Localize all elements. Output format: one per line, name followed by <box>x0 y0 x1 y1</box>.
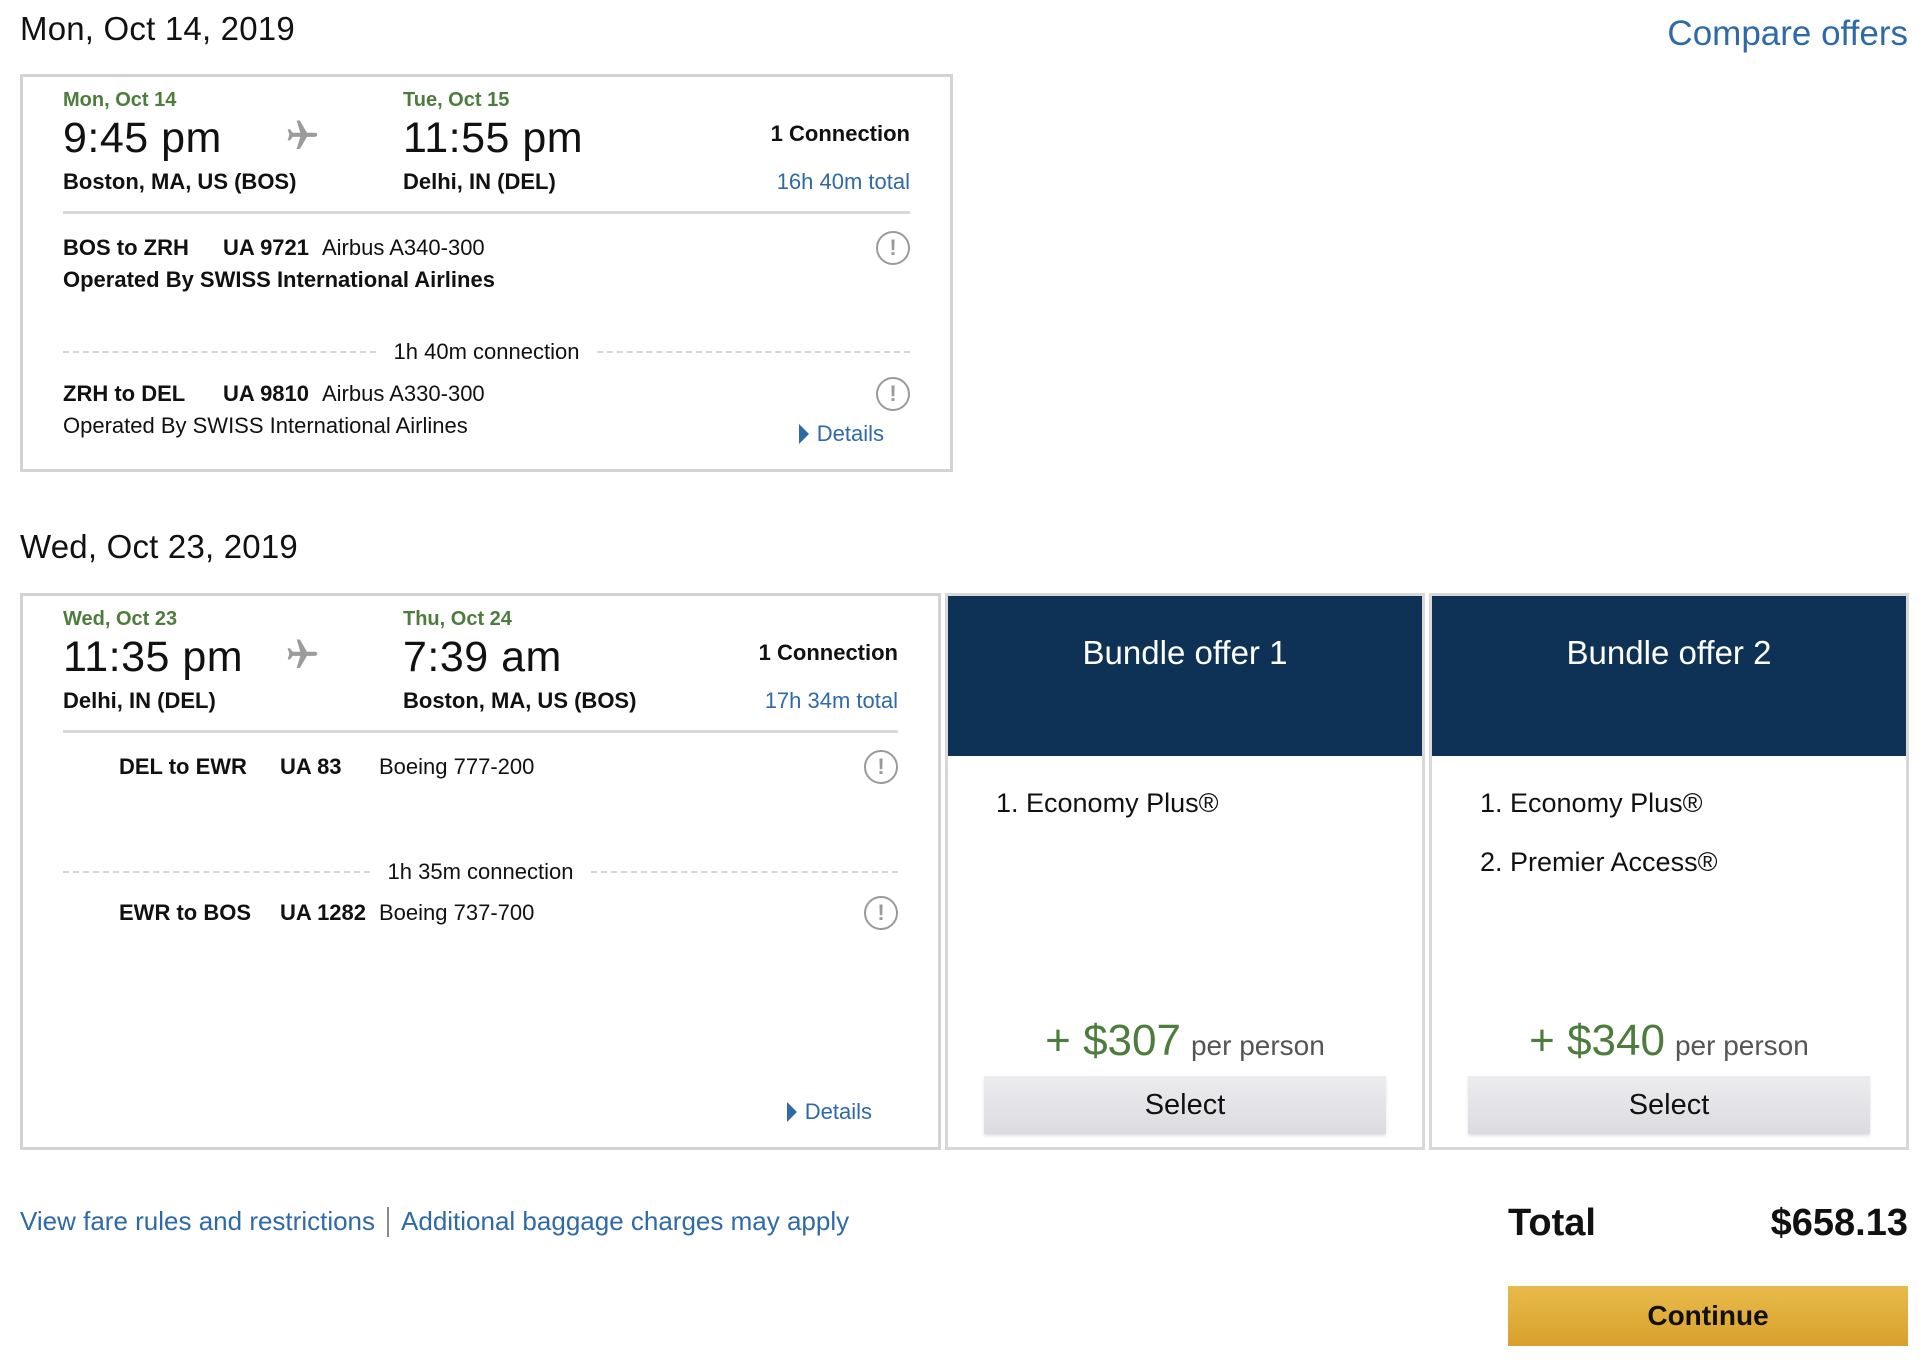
connection-time: 1h 35m connection <box>387 859 574 884</box>
arrival-time: 7:39 am <box>403 633 562 681</box>
select-bundle-1-button[interactable]: Select <box>984 1076 1386 1134</box>
departure-day: Mon, Oct 14 <box>63 89 177 111</box>
segment-route: EWR to BOS <box>119 900 251 925</box>
details-link[interactable]: Details <box>786 1099 872 1125</box>
divider <box>63 211 910 214</box>
info-exclamation-icon[interactable]: ! <box>864 896 898 930</box>
departure-day: Wed, Oct 23 <box>63 608 178 630</box>
bundle-offer-card: Bundle offer 2 1. Economy Plus® 2. Premi… <box>1429 593 1909 1150</box>
info-exclamation-icon[interactable]: ! <box>864 750 898 784</box>
segment-flight-number: UA 83 <box>280 754 342 779</box>
connection-summary: 1 Connection 16h 40m total <box>771 121 910 195</box>
footer-links: View fare rules and restrictions Additio… <box>20 1206 849 1237</box>
bundle-price: + $340 <box>1529 1016 1665 1065</box>
total-duration-link[interactable]: 17h 34m total <box>759 688 898 714</box>
bundle-items-list: 1. Economy Plus® 2. Premier Access® <box>1480 788 1717 906</box>
segment-aircraft: Boeing 737-700 <box>379 900 535 925</box>
link-divider <box>387 1206 390 1237</box>
total-value: $658.13 <box>1770 1202 1908 1244</box>
bundle-price-unit: per person <box>1674 1030 1809 1061</box>
bundle-item: 1. Economy Plus® <box>1480 788 1703 818</box>
arrival-time: 11:55 pm <box>403 114 584 162</box>
details-label: Details <box>816 421 884 446</box>
fare-rules-link[interactable]: View fare rules and restrictions <box>20 1206 375 1237</box>
bundle-price-unit: per person <box>1190 1030 1325 1061</box>
departure-info: Mon, Oct 14 9:45 pm Boston, MA, US (BOS) <box>63 89 296 195</box>
bundle-price: + $307 <box>1045 1016 1181 1065</box>
info-exclamation-icon[interactable]: ! <box>876 377 910 411</box>
segment-aircraft: Boeing 777-200 <box>379 754 535 779</box>
bundle-item: 1. Economy Plus® <box>996 788 1219 818</box>
outbound-date-heading: Mon, Oct 14, 2019 <box>20 10 295 47</box>
return-date-heading: Wed, Oct 23, 2019 <box>20 528 298 565</box>
departure-time: 11:35 pm <box>63 633 244 681</box>
caret-right-icon <box>798 424 809 444</box>
bundle-price-row: + $340 per person <box>1432 1016 1906 1066</box>
details-link[interactable]: Details <box>798 421 884 447</box>
segment-flight-number: UA 9810 <box>223 381 310 406</box>
segment-aircraft: Airbus A330-300 <box>322 381 485 406</box>
segment-operator: Operated By SWISS International Airlines <box>63 413 468 438</box>
continue-button[interactable]: Continue <box>1508 1286 1908 1346</box>
departure-city: Boston, MA, US (BOS) <box>63 169 297 194</box>
segment-aircraft: Airbus A340-300 <box>322 235 485 260</box>
connection-time: 1h 40m connection <box>393 339 580 364</box>
divider <box>63 730 898 733</box>
bundle-items-list: 1. Economy Plus® <box>996 788 1219 847</box>
return-flight-card: Wed, Oct 23 11:35 pm Delhi, IN (DEL) Thu… <box>20 593 941 1150</box>
arrival-day: Thu, Oct 24 <box>403 608 512 630</box>
segment-route: DEL to EWR <box>119 754 247 779</box>
details-label: Details <box>804 1099 872 1124</box>
total-row: Total $658.13 <box>1508 1202 1908 1245</box>
bundle-title: Bundle offer 1 <box>948 596 1422 756</box>
arrival-city: Delhi, IN (DEL) <box>403 169 556 194</box>
arrival-day: Tue, Oct 15 <box>403 89 510 111</box>
departure-city: Delhi, IN (DEL) <box>63 688 216 713</box>
segment-route: ZRH to DEL <box>63 381 186 406</box>
info-exclamation-icon[interactable]: ! <box>876 231 910 265</box>
caret-right-icon <box>786 1102 797 1122</box>
bundle-title: Bundle offer 2 <box>1432 596 1906 756</box>
segment-operator: Operated By SWISS International Airlines <box>63 267 495 292</box>
departure-time: 9:45 pm <box>63 114 222 162</box>
connection-count: 1 Connection <box>758 640 898 665</box>
connection-count: 1 Connection <box>770 121 910 146</box>
total-label: Total <box>1508 1202 1596 1244</box>
baggage-charges-link[interactable]: Additional baggage charges may apply <box>401 1206 849 1237</box>
bundle-offer-card: Bundle offer 1 1. Economy Plus® + $307 pe… <box>945 593 1425 1150</box>
segment-route: BOS to ZRH <box>63 235 189 260</box>
connection-divider: 1h 35m connection <box>63 858 898 886</box>
compare-offers-link[interactable]: Compare offers <box>1667 14 1908 54</box>
segment-flight-number: UA 1282 <box>280 900 367 925</box>
total-duration-link[interactable]: 16h 40m total <box>771 169 910 195</box>
departure-info: Wed, Oct 23 11:35 pm Delhi, IN (DEL) <box>63 608 243 714</box>
connection-divider: 1h 40m connection <box>63 338 910 366</box>
arrival-info: Tue, Oct 15 11:55 pm Delhi, IN (DEL) <box>403 89 583 195</box>
airplane-icon <box>287 120 318 150</box>
arrival-info: Thu, Oct 24 7:39 am Boston, MA, US (BOS) <box>403 608 636 714</box>
select-bundle-2-button[interactable]: Select <box>1468 1076 1870 1134</box>
bundle-item: 2. Premier Access® <box>1480 847 1718 877</box>
airplane-icon <box>287 639 318 669</box>
bundle-price-row: + $307 per person <box>948 1016 1422 1066</box>
segment-flight-number: UA 9721 <box>223 235 310 260</box>
connection-summary: 1 Connection 17h 34m total <box>759 640 898 714</box>
outbound-flight-card: Mon, Oct 14 9:45 pm Boston, MA, US (BOS)… <box>20 74 953 472</box>
arrival-city: Boston, MA, US (BOS) <box>403 688 637 713</box>
